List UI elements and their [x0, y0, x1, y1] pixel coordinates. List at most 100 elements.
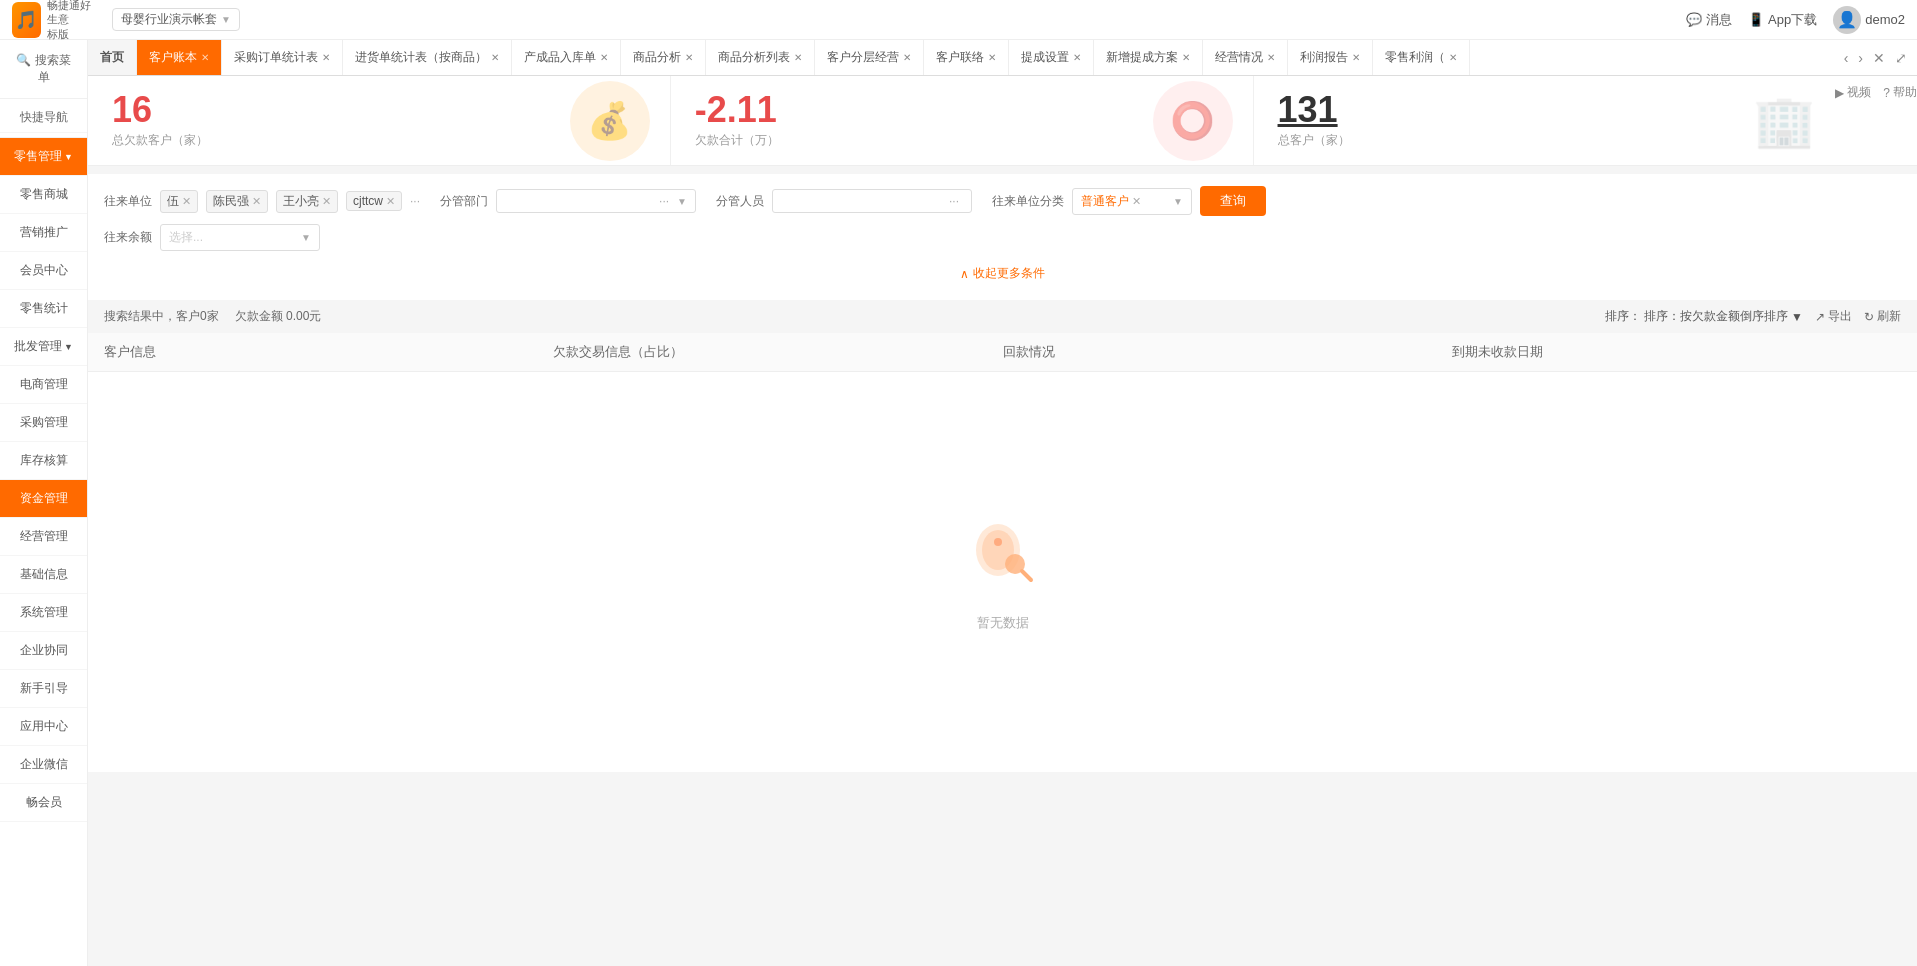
sort-select[interactable]: 排序： 排序：按欠款金额倒序排序 ▼	[1605, 308, 1803, 325]
filter-dept-select[interactable]: ··· ▼	[496, 189, 696, 213]
tab-operations[interactable]: 经营情况 ✕	[1203, 40, 1288, 76]
tab-product-analysis-list[interactable]: 商品分析列表 ✕	[706, 40, 815, 76]
sidebar-item-inventory[interactable]: 库存核算	[0, 442, 87, 480]
tab-prompt-settings[interactable]: 提成设置 ✕	[1009, 40, 1094, 76]
result-bar-right: 排序： 排序：按欠款金额倒序排序 ▼ ↗ 导出 ↻ 刷新	[1605, 308, 1901, 325]
tab-next-button[interactable]: ›	[1854, 48, 1867, 68]
tab-close-icon[interactable]: ✕	[201, 52, 209, 63]
tab-close-icon[interactable]: ✕	[794, 52, 802, 63]
filter-person-select[interactable]: ···	[772, 189, 972, 213]
tab-profit-report[interactable]: 利润报告 ✕	[1288, 40, 1373, 76]
sidebar-item-retail-mgmt[interactable]: 零售管理 ▼	[0, 138, 87, 176]
message-button[interactable]: 💬 消息	[1686, 11, 1732, 29]
stat-label-debt-total: 欠款合计（万）	[695, 132, 779, 149]
tab-close-icon[interactable]: ✕	[988, 52, 996, 63]
tab-close-icon[interactable]: ✕	[322, 52, 330, 63]
filter-tag-unit-cjttcw[interactable]: cjttcw ✕	[346, 191, 402, 211]
more-dots-icon[interactable]: ···	[945, 194, 963, 208]
empty-icon	[963, 512, 1043, 606]
table-col-debt-info: 欠款交易信息（占比）	[553, 343, 1002, 361]
sidebar-item-retail-stats[interactable]: 零售统计	[0, 290, 87, 328]
sidebar-item-member-center[interactable]: 会员中心	[0, 252, 87, 290]
filter-label-balance: 往来余额	[104, 229, 152, 246]
search-result-text: 搜索结果中，客户0家	[104, 308, 219, 325]
tab-close-icon[interactable]: ✕	[1073, 52, 1081, 63]
tab-close-icon[interactable]: ✕	[600, 52, 608, 63]
sidebar-item-new-user-guide[interactable]: 新手引导	[0, 670, 87, 708]
close-icon[interactable]: ✕	[386, 195, 395, 208]
tab-product-analysis[interactable]: 商品分析 ✕	[621, 40, 706, 76]
logo-text: 畅捷通好生意 标版	[47, 0, 100, 41]
refresh-button[interactable]: ↻ 刷新	[1864, 308, 1901, 325]
tab-new-prompt-plan[interactable]: 新增提成方案 ✕	[1094, 40, 1203, 76]
sidebar-item-enterprise-wechat[interactable]: 企业微信	[0, 746, 87, 784]
export-button[interactable]: ↗ 导出	[1815, 308, 1852, 325]
close-icon[interactable]: ✕	[182, 195, 191, 208]
filter-tag-unit-chen[interactable]: 陈民强 ✕	[206, 190, 268, 213]
tab-prev-button[interactable]: ‹	[1840, 48, 1853, 68]
sidebar-item-app-center[interactable]: 应用中心	[0, 708, 87, 746]
stat-card-total-debt-customers: 💰 16 总欠款客户（家）	[88, 76, 671, 165]
video-link[interactable]: ▶ 视频	[1835, 84, 1871, 101]
filter-balance-select[interactable]: 选择... ▼	[160, 224, 320, 251]
chevron-down-icon: ▼	[1791, 310, 1803, 324]
sidebar-item-retail-store[interactable]: 零售商城	[0, 176, 87, 214]
filter-tag-unit-wang[interactable]: 王小亮 ✕	[276, 190, 338, 213]
tab-maximize-button[interactable]: ⤢	[1891, 48, 1911, 68]
tab-customer-tier[interactable]: 客户分层经营 ✕	[815, 40, 924, 76]
tab-accounts[interactable]: 客户账本 ✕	[137, 40, 222, 76]
stat-number-total-customers: 131	[1278, 92, 1338, 128]
stat-card-debt-total: ⭕ -2.11 欠款合计（万）	[671, 76, 1254, 165]
filter-row-2: 往来余额 选择... ▼	[104, 224, 1901, 251]
close-icon[interactable]: ✕	[322, 195, 331, 208]
query-button[interactable]: 查询	[1200, 186, 1266, 216]
sidebar-item-ecommerce[interactable]: 电商管理	[0, 366, 87, 404]
sidebar-item-basic-info[interactable]: 基础信息	[0, 556, 87, 594]
sidebar: 🔍 搜索菜单 快捷导航 零售管理 ▼ 零售商城 营销推广 会员中心 零售统计	[0, 40, 88, 966]
tab-customer-contact[interactable]: 客户联络 ✕	[924, 40, 1009, 76]
filter-more-button[interactable]: ···	[410, 194, 420, 208]
result-bar-left: 搜索结果中，客户0家 欠款金额 0.00元	[104, 308, 321, 325]
sidebar-item-finance-mgmt[interactable]: 资金管理	[0, 480, 87, 518]
sidebar-item-system-mgmt[interactable]: 系统管理	[0, 594, 87, 632]
tab-retail-profit[interactable]: 零售利润（ ✕	[1373, 40, 1470, 76]
more-dots-icon[interactable]: ···	[655, 194, 673, 208]
stat-card-total-customers: 🏢 131 总客户（家）	[1254, 76, 1836, 165]
tab-close-all-button[interactable]: ✕	[1869, 48, 1889, 68]
tab-close-icon[interactable]: ✕	[491, 52, 499, 63]
tab-close-icon[interactable]: ✕	[1449, 52, 1457, 63]
tab-close-icon[interactable]: ✕	[1182, 52, 1190, 63]
tab-purchase-order-stats[interactable]: 采购订单统计表 ✕	[222, 40, 343, 76]
quick-nav-button[interactable]: 快捷导航	[0, 103, 87, 133]
sidebar-item-wholesale-mgmt[interactable]: 批发管理 ▼	[0, 328, 87, 366]
filter-row-1: 往来单位 伍 ✕ 陈民强 ✕ 王小亮 ✕ cjttcw	[104, 186, 1901, 216]
sidebar-item-marketing[interactable]: 营销推广	[0, 214, 87, 252]
user-avatar[interactable]: 👤 demo2	[1833, 6, 1905, 34]
search-menu-button[interactable]: 🔍 搜索菜单	[8, 48, 79, 90]
tab-purchase-stats-by-product[interactable]: 进货单统计表（按商品） ✕	[343, 40, 512, 76]
filter-tag-unit-wu[interactable]: 伍 ✕	[160, 190, 198, 213]
tab-close-icon[interactable]: ✕	[1267, 52, 1275, 63]
close-icon[interactable]: ✕	[252, 195, 261, 208]
tab-close-icon[interactable]: ✕	[903, 52, 911, 63]
tab-close-icon[interactable]: ✕	[685, 52, 693, 63]
sidebar-item-operations-mgmt[interactable]: 经营管理	[0, 518, 87, 556]
chevron-up-icon: ∧	[960, 267, 969, 281]
tab-close-icon[interactable]: ✕	[1352, 52, 1360, 63]
help-icon: ?	[1883, 86, 1890, 100]
help-link[interactable]: ? 帮助	[1883, 84, 1917, 101]
top-bar: 🎵 畅捷通好生意 标版 母婴行业演示帐套 ▼ 💬 消息 📱 App下载 👤 de…	[0, 0, 1917, 40]
filter-collapse-button[interactable]: ∧ 收起更多条件	[104, 259, 1901, 288]
tab-home[interactable]: 首页	[88, 40, 137, 76]
table-header: 客户信息 欠款交易信息（占比） 回款情况 到期未收款日期	[88, 333, 1917, 372]
sidebar-item-vip-member[interactable]: 畅会员	[0, 784, 87, 822]
account-selector[interactable]: 母婴行业演示帐套 ▼	[112, 8, 240, 31]
app-download-button[interactable]: 📱 App下载	[1748, 11, 1817, 29]
filter-category-select[interactable]: 普通客户 ✕ ▼	[1072, 188, 1192, 215]
close-icon[interactable]: ✕	[1132, 195, 1141, 208]
table-empty-state: 暂无数据	[88, 372, 1917, 772]
chevron-down-icon: ▼	[221, 14, 231, 25]
tab-product-inbound[interactable]: 产成品入库单 ✕	[512, 40, 621, 76]
sidebar-item-enterprise-collab[interactable]: 企业协同	[0, 632, 87, 670]
sidebar-item-purchase-mgmt[interactable]: 采购管理	[0, 404, 87, 442]
